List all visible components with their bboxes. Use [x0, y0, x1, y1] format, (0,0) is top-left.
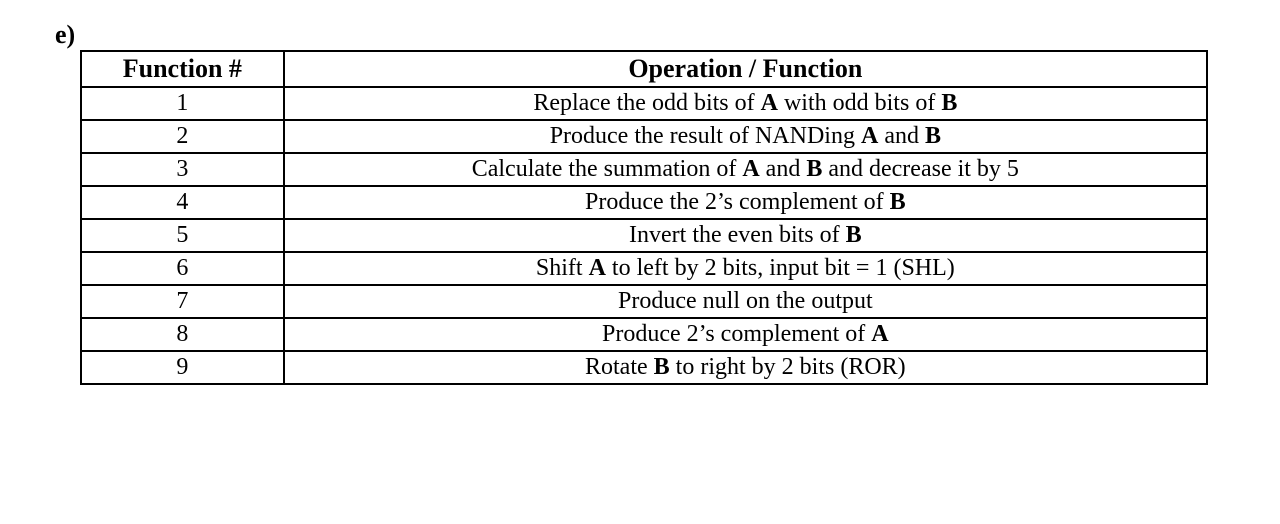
op-text-segment: Produce the 2’s complement of	[585, 189, 890, 215]
op-text-segment: A	[861, 123, 878, 149]
op-text-segment: Replace the odd bits of	[533, 90, 760, 116]
op-text-segment: B	[654, 354, 670, 380]
op-text-segment: B	[806, 156, 822, 182]
table-row: 6Shift A to left by 2 bits, input bit = …	[81, 252, 1207, 285]
cell-operation: Produce 2’s complement of A	[284, 318, 1207, 351]
table-row: 9Rotate B to right by 2 bits (ROR)	[81, 351, 1207, 384]
op-text-segment: B	[846, 222, 862, 248]
table-row: 4Produce the 2’s complement of B	[81, 186, 1207, 219]
op-text-segment: Invert the even bits of	[629, 222, 846, 248]
table-row: 7 Produce null on the output	[81, 285, 1207, 318]
op-text-segment: B	[925, 123, 941, 149]
cell-operation: Replace the odd bits of A with odd bits …	[284, 87, 1207, 120]
op-text-segment: Shift	[536, 255, 589, 281]
cell-function-number: 9	[81, 351, 284, 384]
op-text-segment: to right by 2 bits (ROR)	[670, 354, 906, 380]
op-text-segment: Produce the result of NANDing	[550, 123, 861, 149]
cell-function-number: 2	[81, 120, 284, 153]
cell-function-number: 1	[81, 87, 284, 120]
table-header-row: Function # Operation / Function	[81, 51, 1207, 87]
op-text-segment: and	[878, 123, 925, 149]
op-text-segment: Produce null on the output	[618, 288, 873, 314]
cell-operation: Invert the even bits of B	[284, 219, 1207, 252]
op-text-segment: to left by 2 bits, input bit = 1 (SHL)	[606, 255, 955, 281]
cell-operation: Calculate the summation of A and B and d…	[284, 153, 1207, 186]
cell-operation: Produce the result of NANDing A and B	[284, 120, 1207, 153]
cell-function-number: 3	[81, 153, 284, 186]
op-text-segment: Rotate	[585, 354, 654, 380]
cell-operation: Produce the 2’s complement of B	[284, 186, 1207, 219]
op-text-segment: B	[890, 189, 906, 215]
op-text-segment: A	[761, 90, 778, 116]
op-text-segment: A	[589, 255, 606, 281]
op-text-segment: and	[760, 156, 807, 182]
table-row: 8Produce 2’s complement of A	[81, 318, 1207, 351]
cell-operation: Rotate B to right by 2 bits (ROR)	[284, 351, 1207, 384]
cell-function-number: 6	[81, 252, 284, 285]
cell-function-number: 8	[81, 318, 284, 351]
op-text-segment: with odd bits of	[778, 90, 941, 116]
op-text-segment: and decrease it by 5	[822, 156, 1019, 182]
function-table: Function # Operation / Function 1Replace…	[80, 50, 1208, 385]
op-text-segment: Calculate the summation of	[472, 156, 743, 182]
table-row: 5Invert the even bits of B	[81, 219, 1207, 252]
header-function-number: Function #	[81, 51, 284, 87]
cell-operation: Shift A to left by 2 bits, input bit = 1…	[284, 252, 1207, 285]
cell-function-number: 5	[81, 219, 284, 252]
cell-function-number: 4	[81, 186, 284, 219]
cell-function-number: 7	[81, 285, 284, 318]
cell-operation: Produce null on the output	[284, 285, 1207, 318]
table-row: 1Replace the odd bits of A with odd bits…	[81, 87, 1207, 120]
header-operation: Operation / Function	[284, 51, 1207, 87]
section-label: e)	[55, 20, 1240, 50]
table-row: 3Calculate the summation of A and B and …	[81, 153, 1207, 186]
op-text-segment: Produce 2’s complement of	[602, 321, 871, 347]
op-text-segment: A	[871, 321, 888, 347]
table-row: 2Produce the result of NANDing A and B	[81, 120, 1207, 153]
op-text-segment: B	[941, 90, 957, 116]
op-text-segment: A	[742, 156, 759, 182]
